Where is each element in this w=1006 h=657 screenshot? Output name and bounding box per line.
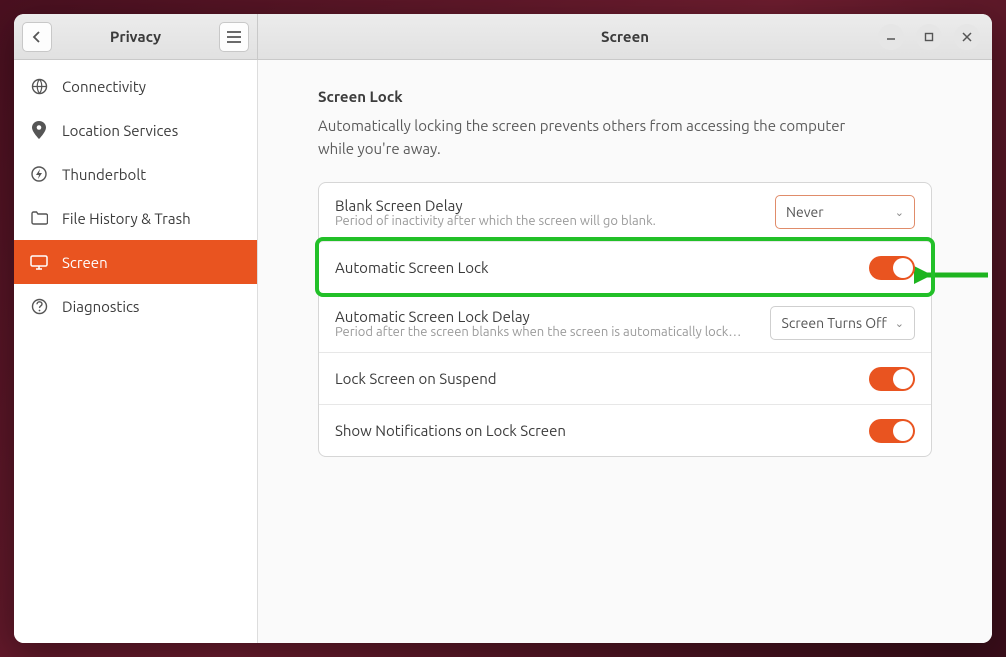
panel-title: Privacy: [52, 28, 219, 45]
bolt-icon: [30, 165, 48, 183]
page-title: Screen: [601, 28, 649, 45]
row-subtitle: Period of inactivity after which the scr…: [335, 214, 775, 228]
hamburger-icon: [227, 31, 241, 43]
settings-row-show-notifications-on-lock-screen: Show Notifications on Lock Screen: [319, 404, 931, 456]
settings-row-lock-screen-on-suspend: Lock Screen on Suspend: [319, 352, 931, 404]
toggle-3[interactable]: [869, 367, 915, 391]
dropdown-0[interactable]: Never ⌄: [775, 195, 915, 229]
sidebar-item-connectivity[interactable]: Connectivity: [14, 64, 257, 108]
row-text: Lock Screen on Suspend: [335, 370, 869, 387]
content-area: Screen Lock Automatically locking the sc…: [258, 60, 992, 643]
close-icon: [962, 32, 972, 42]
globe-icon: [30, 77, 48, 95]
sidebar-item-thunderbolt[interactable]: Thunderbolt: [14, 152, 257, 196]
toggle-1[interactable]: [869, 256, 915, 280]
row-title: Automatic Screen Lock: [335, 259, 869, 276]
sidebar-item-label: File History & Trash: [62, 210, 191, 227]
sidebar-item-location-services[interactable]: Location Services: [14, 108, 257, 152]
row-text: Automatic Screen Lock: [335, 259, 869, 276]
help-icon: [30, 297, 48, 315]
row-text: Show Notifications on Lock Screen: [335, 422, 869, 439]
row-subtitle: Period after the screen blanks when the …: [335, 325, 770, 339]
row-title: Show Notifications on Lock Screen: [335, 422, 869, 439]
settings-window: Privacy Screen ConnectivityLocation Serv: [14, 14, 992, 643]
maximize-button[interactable]: [916, 24, 942, 50]
row-text: Blank Screen DelayPeriod of inactivity a…: [335, 197, 775, 228]
chevron-left-icon: [32, 31, 42, 43]
sidebar-item-label: Thunderbolt: [62, 166, 146, 183]
sidebar-item-label: Connectivity: [62, 78, 146, 95]
sidebar-item-file-history-trash[interactable]: File History & Trash: [14, 196, 257, 240]
minimize-icon: [886, 32, 896, 42]
titlebar-left: Privacy: [14, 14, 258, 59]
section-title: Screen Lock: [318, 88, 932, 105]
row-title: Lock Screen on Suspend: [335, 370, 869, 387]
sidebar-item-label: Screen: [62, 254, 108, 271]
dropdown-value: Never: [786, 204, 824, 220]
settings-row-automatic-screen-lock: Automatic Screen Lock: [319, 241, 931, 293]
chevron-down-icon: ⌄: [895, 317, 904, 330]
hamburger-button[interactable]: [219, 22, 249, 52]
titlebar-right: Screen: [258, 14, 992, 59]
back-button[interactable]: [22, 22, 52, 52]
sidebar: Connectivity Location Services Thunderbolt…: [14, 60, 258, 643]
sidebar-item-screen[interactable]: Screen: [14, 240, 257, 284]
settings-row-blank-screen-delay: Blank Screen DelayPeriod of inactivity a…: [319, 183, 931, 241]
close-button[interactable]: [954, 24, 980, 50]
screen-icon: [30, 253, 48, 271]
row-title: Blank Screen Delay: [335, 197, 775, 214]
settings-list: Blank Screen DelayPeriod of inactivity a…: [318, 182, 932, 457]
toggle-4[interactable]: [869, 419, 915, 443]
chevron-down-icon: ⌄: [895, 206, 904, 219]
window-controls: [878, 24, 992, 50]
maximize-icon: [924, 32, 934, 42]
dropdown-value: Screen Turns Off: [781, 315, 886, 331]
sidebar-item-label: Location Services: [62, 122, 178, 139]
titlebar: Privacy Screen: [14, 14, 992, 60]
section-description: Automatically locking the screen prevent…: [318, 115, 878, 160]
settings-row-automatic-screen-lock-delay: Automatic Screen Lock DelayPeriod after …: [319, 293, 931, 352]
sidebar-item-label: Diagnostics: [62, 298, 139, 315]
row-text: Automatic Screen Lock DelayPeriod after …: [335, 308, 770, 339]
row-title: Automatic Screen Lock Delay: [335, 308, 770, 325]
minimize-button[interactable]: [878, 24, 904, 50]
sidebar-item-diagnostics[interactable]: Diagnostics: [14, 284, 257, 328]
pin-icon: [30, 121, 48, 139]
folder-icon: [30, 209, 48, 227]
dropdown-2[interactable]: Screen Turns Off ⌄: [770, 306, 915, 340]
window-body: Connectivity Location Services Thunderbolt…: [14, 60, 992, 643]
